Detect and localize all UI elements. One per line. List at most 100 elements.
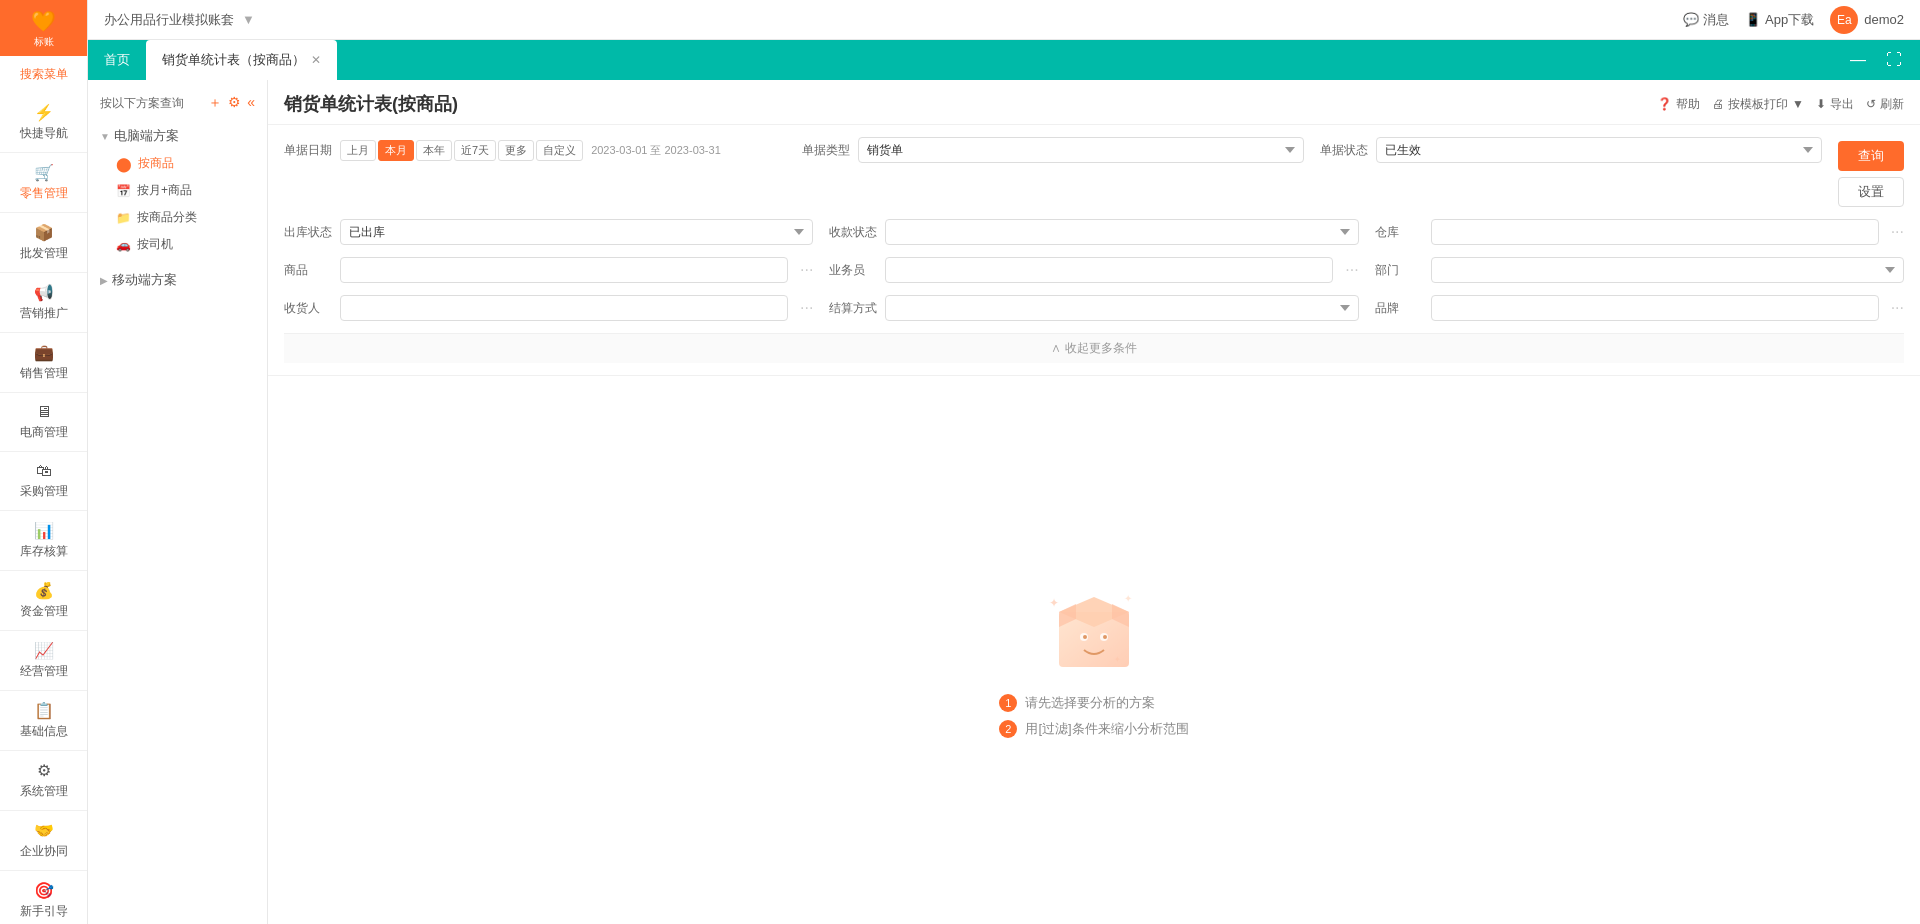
collapse-sidebar-icon[interactable]: « (247, 94, 255, 112)
settings-scheme-icon[interactable]: ⚙ (228, 94, 241, 112)
add-scheme-icon[interactable]: ＋ (208, 94, 222, 112)
maximize-icon[interactable]: ⛶ (1880, 46, 1908, 74)
tab-home[interactable]: 首页 (88, 40, 146, 80)
date-btn-custom[interactable]: 自定义 (536, 140, 583, 161)
minimize-icon[interactable]: — (1844, 46, 1872, 74)
sidebar-item-wholesale[interactable]: 📦 批发管理 (0, 213, 87, 273)
department-select[interactable] (1431, 257, 1904, 283)
date-btn-this-month[interactable]: 本月 (378, 140, 414, 161)
retail-icon: 🛒 (34, 163, 54, 182)
settlement-field: 结算方式 (829, 295, 1358, 321)
tree-parent-label: 电脑端方案 (114, 127, 179, 145)
staff-input[interactable] (885, 257, 1333, 283)
refresh-button[interactable]: ↺ 刷新 (1866, 96, 1904, 113)
tip-num-1: 1 (999, 694, 1017, 712)
ecom-icon: 🖥 (36, 403, 52, 421)
date-btn-7days[interactable]: 近7天 (454, 140, 496, 161)
tree-child-category[interactable]: 📁 按商品分类 (88, 204, 267, 231)
message-link[interactable]: 💬 消息 (1683, 11, 1729, 29)
date-btn-this-year[interactable]: 本年 (416, 140, 452, 161)
settlement-select[interactable] (885, 295, 1358, 321)
warehouse-status-select[interactable]: 已出库 (340, 219, 813, 245)
product-input[interactable] (340, 257, 788, 283)
app-name: 标账 (34, 35, 54, 48)
sidebar-item-quick-nav[interactable]: ⚡ 快捷导航 (0, 93, 87, 153)
receiver-label: 收货人 (284, 300, 332, 317)
receiver-input[interactable] (340, 295, 788, 321)
collapse-bar[interactable]: ∧ 收起更多条件 (284, 333, 1904, 363)
print-dropdown-icon: ▼ (1792, 97, 1804, 111)
export-button[interactable]: ⬇ 导出 (1816, 96, 1854, 113)
username: demo2 (1864, 12, 1904, 27)
sidebar-item-purchase[interactable]: 🛍 采购管理 (0, 452, 87, 511)
sidebar-item-basic[interactable]: 📋 基础信息 (0, 691, 87, 751)
doc-type-select[interactable]: 销货单 (858, 137, 1304, 163)
sidebar-item-ecom[interactable]: 🖥 电商管理 (0, 393, 87, 452)
close-tab-icon[interactable]: ✕ (311, 53, 321, 67)
industry-label: 办公用品行业模拟账套 (104, 11, 234, 29)
department-label: 部门 (1375, 262, 1423, 279)
collab-icon: 🤝 (34, 821, 54, 840)
tree-parent-mobile[interactable]: ▶ 移动端方案 (88, 266, 267, 294)
warehouse-label: 仓库 (1375, 224, 1423, 241)
category-icon: 📁 (116, 211, 131, 225)
filter-row-4: 收货人 ··· 结算方式 品牌 ··· (284, 295, 1904, 321)
date-btn-last-month[interactable]: 上月 (340, 140, 376, 161)
payment-status-label: 收款状态 (829, 224, 877, 241)
sidebar-item-finance[interactable]: 💰 资金管理 (0, 571, 87, 631)
search-menu[interactable]: 搜索菜单 (0, 56, 87, 93)
app-download-link[interactable]: 📱 App下载 (1745, 11, 1814, 29)
empty-illustration: ✦ ✦ ✦ (1034, 562, 1154, 682)
user-info[interactable]: Ea demo2 (1830, 6, 1904, 34)
guide-icon: 🎯 (34, 881, 54, 900)
arrow-down-icon: ▼ (100, 131, 110, 142)
sidebar-item-retail[interactable]: 🛒 零售管理 (0, 153, 87, 213)
doc-status-select[interactable]: 已生效 (1376, 137, 1822, 163)
sidebar-item-guide[interactable]: 🎯 新手引导 (0, 871, 87, 924)
sidebar-item-marketing[interactable]: 📢 营销推广 (0, 273, 87, 333)
product-dots-icon[interactable]: ··· (800, 261, 813, 279)
month-product-icon: 📅 (116, 184, 131, 198)
brand-dots-icon[interactable]: ··· (1891, 299, 1904, 317)
help-button[interactable]: ❓ 帮助 (1657, 96, 1700, 113)
doc-type-label: 单据类型 (802, 142, 850, 159)
date-field: 单据日期 上月 本月 本年 近7天 更多 自定义 20 (284, 137, 786, 163)
warehouse-dots-icon[interactable]: ··· (1891, 223, 1904, 241)
warehouse-input[interactable] (1431, 219, 1879, 245)
tree-parent-label-mobile: 移动端方案 (112, 271, 177, 289)
receiver-dots-icon[interactable]: ··· (800, 299, 813, 317)
date-filter: 上月 本月 本年 近7天 更多 自定义 2023-03-01 至 2023-03… (340, 140, 786, 161)
filter-form: 单据日期 上月 本月 本年 近7天 更多 自定义 20 (268, 125, 1920, 376)
tree-child-cashier[interactable]: 🚗 按司机 (88, 231, 267, 258)
industry-dropdown-icon[interactable]: ▼ (242, 12, 255, 27)
product-field: 商品 ··· (284, 257, 813, 283)
doc-status-label: 单据状态 (1320, 142, 1368, 159)
warehouse-field: 仓库 ··· (1375, 219, 1904, 245)
svg-point-7 (1103, 635, 1107, 639)
sidebar-item-business[interactable]: 📈 经营管理 (0, 631, 87, 691)
date-buttons: 上月 本月 本年 近7天 更多 自定义 (340, 140, 583, 161)
filter-row-3: 商品 ··· 业务员 ··· 部门 (284, 257, 1904, 283)
warehouse-status-label: 出库状态 (284, 224, 332, 241)
query-button[interactable]: 查询 (1838, 141, 1904, 171)
template-print-button[interactable]: 🖨 按模板打印 ▼ (1712, 96, 1804, 113)
warehouse-status-field: 出库状态 已出库 (284, 219, 813, 245)
settings-button[interactable]: 设置 (1838, 177, 1904, 207)
product-scheme-icon: ⬤ (116, 156, 132, 172)
staff-dots-icon[interactable]: ··· (1345, 261, 1358, 279)
payment-status-select[interactable] (885, 219, 1358, 245)
sidebar-item-stock[interactable]: 📊 库存核算 (0, 511, 87, 571)
topbar: 办公用品行业模拟账套 ▼ 💬 消息 📱 App下载 Ea demo2 (88, 0, 1920, 40)
date-btn-more[interactable]: 更多 (498, 140, 534, 161)
sidebar-item-collab[interactable]: 🤝 企业协同 (0, 811, 87, 871)
tree-child-month-product[interactable]: 📅 按月+商品 (88, 177, 267, 204)
tab-report[interactable]: 销货单统计表（按商品） ✕ (146, 40, 337, 80)
sidebar-item-system[interactable]: ⚙ 系统管理 (0, 751, 87, 811)
brand-input[interactable] (1431, 295, 1879, 321)
empty-tips: 1 请先选择要分析的方案 2 用[过滤]条件来缩小分析范围 (999, 694, 1188, 738)
content-area: 按以下方案查询 ＋ ⚙ « ▼ 电脑端方案 ⬤ 按商品 📅 按月 (88, 80, 1920, 924)
tree-parent-desktop[interactable]: ▼ 电脑端方案 (88, 122, 267, 150)
sidebar-item-sales[interactable]: 💼 销售管理 (0, 333, 87, 393)
tree-child-by-product[interactable]: ⬤ 按商品 (88, 150, 267, 177)
refresh-icon: ↺ (1866, 97, 1876, 111)
